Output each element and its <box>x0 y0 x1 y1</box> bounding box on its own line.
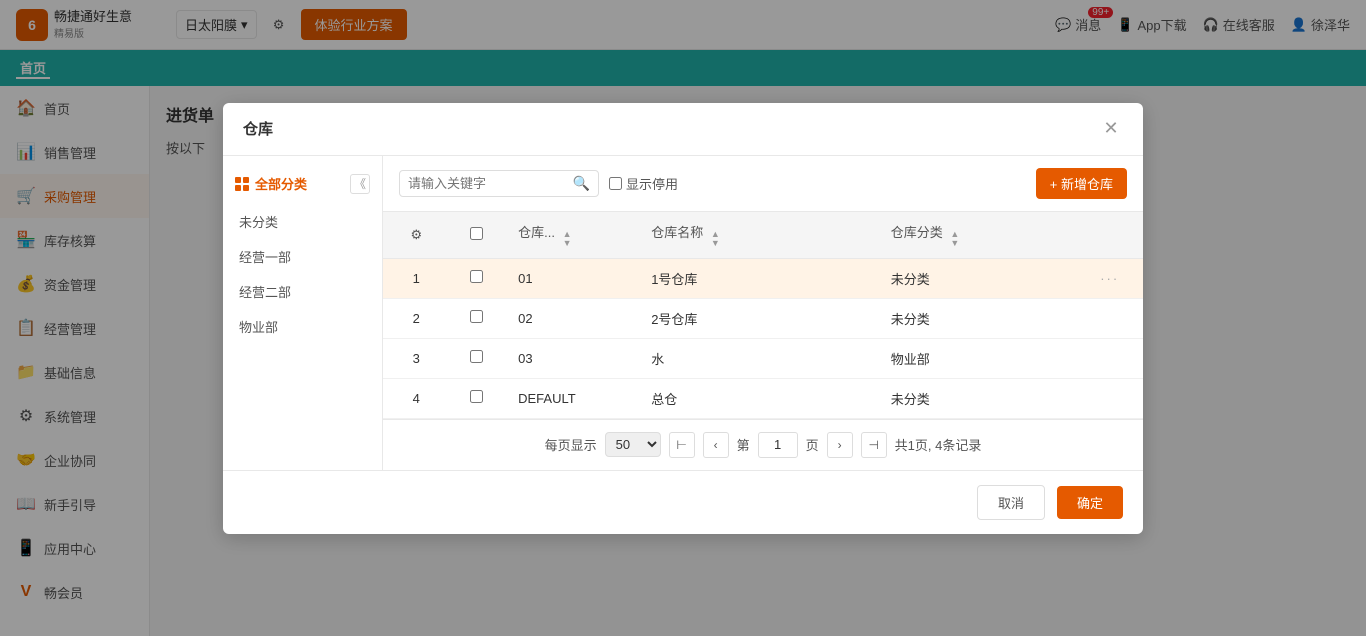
table-head: ⚙ 仓库... ▲▼ 仓库名称 <box>383 212 1143 259</box>
collapse-icon[interactable]: 《 <box>350 174 370 194</box>
modal-sidebar-title: 全部分类 <box>235 174 307 193</box>
sort-cat-icon: ▲▼ <box>950 230 959 248</box>
page-label: 第 <box>737 435 750 454</box>
table-row[interactable]: 2 02 2号仓库 未分类 <box>383 298 1143 338</box>
show-disabled-label[interactable]: 显示停用 <box>609 174 678 193</box>
sort-name-icon: ▲▼ <box>711 230 720 248</box>
page-next-btn[interactable]: › <box>827 432 853 458</box>
row-category: 未分类 <box>877 298 1077 338</box>
select-all-checkbox[interactable] <box>470 227 483 240</box>
table-row[interactable]: 4 DEFAULT 总仓 未分类 <box>383 378 1143 418</box>
modal-cat-dept1[interactable]: 经营一部 <box>223 239 382 274</box>
modal-sidebar-header: 全部分类 《 <box>223 168 382 204</box>
row-more[interactable] <box>1076 338 1143 378</box>
show-disabled-checkbox[interactable] <box>609 177 622 190</box>
modal-sidebar: 全部分类 《 未分类 经营一部 经营二部 物业部 <box>223 156 383 470</box>
th-code[interactable]: 仓库... ▲▼ <box>504 212 637 259</box>
row-name: 2号仓库 <box>637 298 877 338</box>
th-more <box>1076 212 1143 259</box>
warehouse-modal: 仓库 ✕ 全部分类 《 <box>223 103 1143 534</box>
grid-icon <box>235 177 249 191</box>
search-box: 🔍 <box>399 170 599 197</box>
per-page-select[interactable]: 50 10 20 100 <box>605 432 661 457</box>
table-row[interactable]: 3 03 水 物业部 <box>383 338 1143 378</box>
row-category: 未分类 <box>877 378 1077 418</box>
search-input[interactable] <box>408 176 567 191</box>
modal-body: 全部分类 《 未分类 经营一部 经营二部 物业部 🔍 <box>223 156 1143 470</box>
row-code: 03 <box>504 338 637 378</box>
gear-icon[interactable]: ⚙ <box>410 227 422 242</box>
modal-cat-dept2[interactable]: 经营二部 <box>223 274 382 309</box>
modal-toolbar: 🔍 显示停用 + 新增仓库 <box>383 156 1143 212</box>
row-name: 水 <box>637 338 877 378</box>
cancel-button[interactable]: 取消 <box>977 485 1045 520</box>
page-summary: 共1页, 4条记录 <box>895 435 982 454</box>
page-input[interactable] <box>758 432 798 458</box>
table-row[interactable]: 1 01 1号仓库 未分类 ··· <box>383 258 1143 298</box>
row-more[interactable]: ··· <box>1076 258 1143 298</box>
page-first-btn[interactable]: ⊢ <box>669 432 695 458</box>
modal-title: 仓库 <box>243 118 273 139</box>
row-category: 未分类 <box>877 258 1077 298</box>
th-check <box>450 212 505 259</box>
sort-icon: ▲▼ <box>563 230 572 248</box>
row-no: 4 <box>383 378 450 418</box>
row-name: 1号仓库 <box>637 258 877 298</box>
modal-content-area: 🔍 显示停用 + 新增仓库 ⚙ <box>383 156 1143 470</box>
row-check[interactable] <box>450 338 505 378</box>
table-header-row: ⚙ 仓库... ▲▼ 仓库名称 <box>383 212 1143 259</box>
page-last-btn[interactable]: ⊣ <box>861 432 887 458</box>
row-code: 01 <box>504 258 637 298</box>
row-no: 1 <box>383 258 450 298</box>
confirm-button[interactable]: 确定 <box>1057 486 1123 519</box>
row-more[interactable] <box>1076 378 1143 418</box>
row-code: DEFAULT <box>504 378 637 418</box>
modal-footer: 取消 确定 <box>223 470 1143 534</box>
row-check[interactable] <box>450 298 505 338</box>
modal-pagination: 每页显示 50 10 20 100 ⊢ ‹ 第 页 › ⊣ 共1页, 4条记录 <box>383 419 1143 470</box>
row-name: 总仓 <box>637 378 877 418</box>
page-prev-btn[interactable]: ‹ <box>703 432 729 458</box>
add-warehouse-button[interactable]: + 新增仓库 <box>1036 168 1127 199</box>
modal-header: 仓库 ✕ <box>223 103 1143 156</box>
th-gear: ⚙ <box>383 212 450 259</box>
row-code: 02 <box>504 298 637 338</box>
page-unit: 页 <box>806 435 819 454</box>
close-icon[interactable]: ✕ <box>1099 117 1123 141</box>
search-icon: 🔍 <box>573 175 590 192</box>
per-page-label: 每页显示 <box>545 435 597 454</box>
row-check[interactable] <box>450 378 505 418</box>
modal-cat-property[interactable]: 物业部 <box>223 309 382 344</box>
modal-overlay: 仓库 ✕ 全部分类 《 <box>0 0 1366 636</box>
modal-cat-unclassified[interactable]: 未分类 <box>223 204 382 239</box>
row-more[interactable] <box>1076 298 1143 338</box>
th-name[interactable]: 仓库名称 ▲▼ <box>637 212 877 259</box>
row-no: 3 <box>383 338 450 378</box>
th-category[interactable]: 仓库分类 ▲▼ <box>877 212 1077 259</box>
row-no: 2 <box>383 298 450 338</box>
warehouse-table: ⚙ 仓库... ▲▼ 仓库名称 <box>383 212 1143 419</box>
row-category: 物业部 <box>877 338 1077 378</box>
modal-table: ⚙ 仓库... ▲▼ 仓库名称 <box>383 212 1143 419</box>
table-body: 1 01 1号仓库 未分类 ··· 2 02 2 <box>383 258 1143 418</box>
row-check[interactable] <box>450 258 505 298</box>
